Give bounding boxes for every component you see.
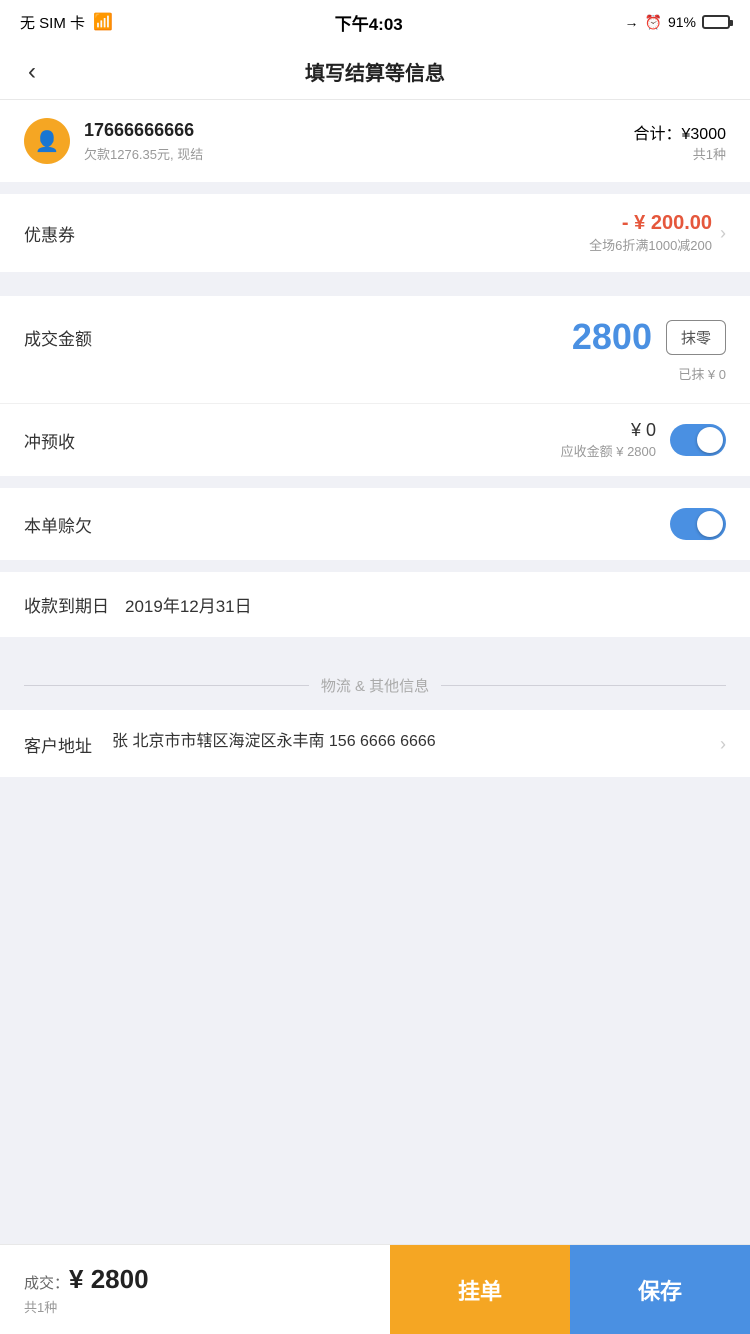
bottom-left: 成交：¥ 2800 共1种: [0, 1264, 390, 1316]
user-phone: 17666666666: [84, 120, 203, 141]
address-chevron-icon[interactable]: ›: [720, 734, 726, 755]
nav-bar: ‹ 填写结算等信息: [0, 44, 750, 100]
address-section[interactable]: 客户地址 张 北京市市辖区海淀区永丰南 156 6666 6666 ›: [0, 710, 750, 777]
coupon-section[interactable]: 优惠券 - ¥ 200.00 全场6折满1000减200 ›: [0, 194, 750, 272]
address-label: 客户地址: [24, 732, 92, 757]
user-total: 合计：¥3000 共1种: [633, 120, 726, 163]
logistics-divider: 物流 & 其他信息: [0, 661, 750, 710]
deal-label: 成交金额: [24, 325, 92, 350]
divider-line-left: [24, 685, 309, 686]
user-left: 👤 17666666666 欠款1276.35元, 现结: [24, 118, 203, 164]
deal-amount: 2800: [572, 316, 652, 358]
bottom-amount: ¥ 2800: [69, 1264, 149, 1294]
duedate-value: 2019年12月31日: [125, 592, 252, 617]
coupon-amount: - ¥ 200.00: [589, 212, 712, 235]
prepay-right: ¥ 0 应收金额 ¥ 2800: [561, 420, 726, 460]
coupon-amount-block: - ¥ 200.00 全场6折满1000减200: [589, 212, 712, 254]
total-amount: ¥3000: [682, 126, 727, 143]
back-button[interactable]: ‹: [20, 54, 44, 90]
battery-bar: [702, 15, 730, 29]
logistics-label: 物流 & 其他信息: [321, 675, 429, 696]
prepay-label: 冲预收: [24, 428, 75, 453]
duedate-row: 收款到期日 2019年12月31日: [24, 592, 726, 617]
page-title: 填写结算等信息: [305, 57, 445, 86]
battery-percent: 91%: [668, 14, 696, 30]
status-left: 无 SIM 卡 📶: [20, 12, 113, 33]
deal-amount-area: 2800 抹零: [572, 316, 726, 358]
gray-divider-3: [0, 649, 750, 661]
coupon-desc: 全场6折满1000减200: [589, 235, 712, 254]
prepay-amount: ¥ 0: [561, 420, 656, 441]
coupon-right: - ¥ 200.00 全场6折满1000减200 ›: [589, 212, 726, 254]
deal-sub: 已抹 ¥ 0: [24, 364, 726, 383]
save-button[interactable]: 保存: [570, 1245, 750, 1334]
duedate-section: 收款到期日 2019年12月31日: [0, 572, 750, 637]
status-bar: 无 SIM 卡 📶 下午4:03 → ⏰ 91%: [0, 0, 750, 44]
total-count: 共1种: [633, 144, 726, 163]
user-card: 👤 17666666666 欠款1276.35元, 现结 合计：¥3000 共1…: [0, 100, 750, 182]
user-debt: 欠款1276.35元, 现结: [84, 144, 203, 163]
prepay-sub: 应收金额 ¥ 2800: [561, 441, 656, 460]
bottom-count: 共1种: [24, 1297, 366, 1316]
total-label: 合计：¥3000: [633, 120, 726, 144]
status-time: 下午4:03: [335, 10, 403, 35]
coupon-row[interactable]: 优惠券 - ¥ 200.00 全场6折满1000减200 ›: [0, 194, 750, 272]
bottom-bar: 成交：¥ 2800 共1种 挂单 保存: [0, 1244, 750, 1334]
prepay-row: 冲预收 ¥ 0 应收金额 ¥ 2800: [0, 403, 750, 476]
status-right: → ⏰ 91%: [625, 14, 730, 31]
coupon-chevron-icon[interactable]: ›: [720, 223, 726, 244]
duedate-label: 收款到期日: [24, 592, 109, 617]
deal-section: 成交金额 2800 抹零 已抹 ¥ 0: [0, 296, 750, 403]
wifi-icon: 📶: [93, 12, 113, 32]
user-info: 17666666666 欠款1276.35元, 现结: [84, 120, 203, 163]
prepay-toggle[interactable]: [670, 424, 726, 456]
round-button[interactable]: 抹零: [666, 320, 726, 355]
debt-toggle[interactable]: [670, 508, 726, 540]
debt-label: 本单赊欠: [24, 512, 92, 537]
content: 👤 17666666666 欠款1276.35元, 现结 合计：¥3000 共1…: [0, 100, 750, 1089]
suspend-button[interactable]: 挂单: [390, 1245, 570, 1334]
gray-divider-2: [0, 476, 750, 488]
bottom-deal-label: 成交：: [24, 1275, 69, 1292]
bottom-deal-row: 成交：¥ 2800: [24, 1264, 366, 1295]
coupon-label: 优惠券: [24, 221, 75, 246]
address-value: 张 北京市市辖区海淀区永丰南 156 6666 6666: [112, 730, 720, 754]
alarm-icon: ⏰: [645, 14, 662, 31]
gray-divider-1: [0, 284, 750, 296]
empty-space: [0, 789, 750, 989]
debt-section: 本单赊欠: [0, 488, 750, 560]
divider-line-right: [441, 685, 726, 686]
total-label-text: 合计：: [633, 126, 681, 143]
deal-row: 成交金额 2800 抹零: [24, 316, 726, 358]
avatar: 👤: [24, 118, 70, 164]
carrier-label: 无 SIM 卡: [20, 12, 85, 33]
prepay-amount-block: ¥ 0 应收金额 ¥ 2800: [561, 420, 656, 460]
location-icon: →: [625, 14, 639, 30]
